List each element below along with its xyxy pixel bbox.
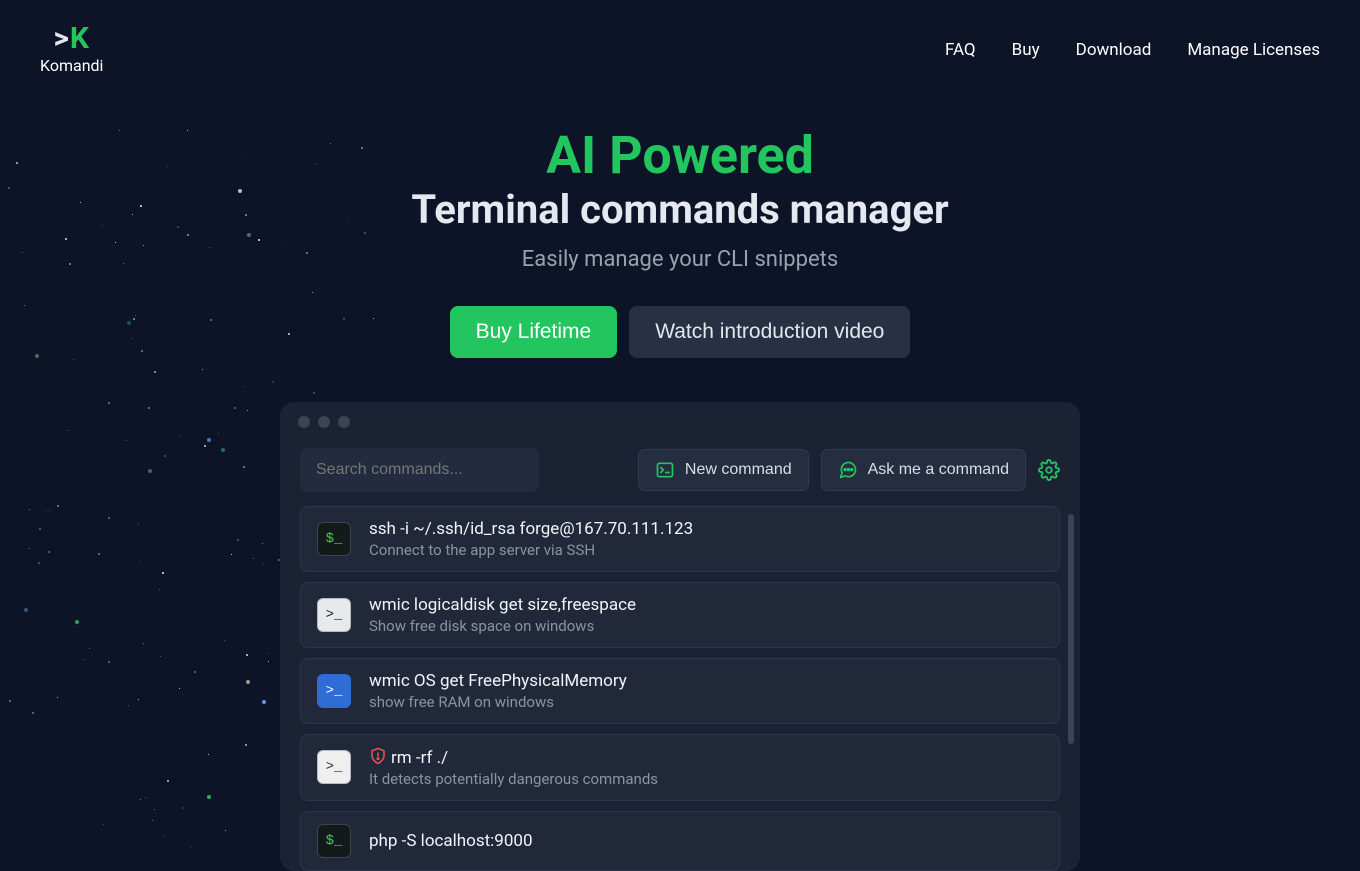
logo-mark: >K — [53, 24, 90, 54]
app-toolbar: New command Ask me a command — [280, 442, 1080, 506]
nav-licenses[interactable]: Manage Licenses — [1187, 40, 1320, 60]
command-row[interactable]: $_ ssh -i ~/.ssh/id_rsa forge@167.70.111.… — [300, 506, 1060, 572]
command-string: rm -rf ./ — [369, 747, 658, 768]
ask-command-button[interactable]: Ask me a command — [821, 449, 1026, 491]
watch-video-button[interactable]: Watch introduction video — [629, 306, 910, 358]
window-dot — [298, 416, 310, 428]
nav-download[interactable]: Download — [1076, 40, 1152, 60]
command-description: Connect to the app server via SSH — [369, 541, 693, 559]
terminal-type-icon: >_ — [317, 598, 351, 632]
command-text: php -S localhost:9000 — [369, 831, 533, 851]
command-string: ssh -i ~/.ssh/id_rsa forge@167.70.111.12… — [369, 519, 693, 539]
command-description: Show free disk space on windows — [369, 617, 636, 635]
command-list-wrap: $_ ssh -i ~/.ssh/id_rsa forge@167.70.111.… — [280, 506, 1080, 871]
window-dot — [338, 416, 350, 428]
ask-command-label: Ask me a command — [868, 461, 1009, 479]
command-description: show free RAM on windows — [369, 693, 627, 711]
logo[interactable]: >K Komandi — [40, 24, 103, 75]
logo-text: Komandi — [40, 56, 103, 75]
command-row[interactable]: $_ php -S localhost:9000 — [300, 811, 1060, 871]
nav-faq[interactable]: FAQ — [945, 40, 976, 60]
terminal-icon — [655, 460, 675, 480]
buy-lifetime-button[interactable]: Buy Lifetime — [450, 306, 618, 358]
command-string: wmic OS get FreePhysicalMemory — [369, 671, 627, 691]
hero-tagline: Easily manage your CLI snippets — [0, 247, 1360, 272]
scrollbar[interactable] — [1068, 514, 1074, 744]
command-row[interactable]: >_ wmic OS get FreePhysicalMemory show fre… — [300, 658, 1060, 724]
hero-title: AI Powered — [0, 129, 1360, 184]
command-text: rm -rf ./ It detects potentially dangerou… — [369, 747, 658, 788]
danger-icon — [369, 747, 387, 765]
window-dot — [318, 416, 330, 428]
chat-icon — [838, 460, 858, 480]
command-row[interactable]: >_ rm -rf ./ It detects potentially danger… — [300, 734, 1060, 801]
command-row[interactable]: >_ wmic logicaldisk get size,freespace Sho… — [300, 582, 1060, 648]
cta-row: Buy Lifetime Watch introduction video — [0, 306, 1360, 358]
terminal-type-icon: >_ — [317, 750, 351, 784]
logo-prefix: > — [53, 21, 69, 56]
nav-buy[interactable]: Buy — [1012, 40, 1040, 60]
new-command-label: New command — [685, 461, 792, 479]
command-text: ssh -i ~/.ssh/id_rsa forge@167.70.111.12… — [369, 519, 693, 559]
new-command-button[interactable]: New command — [638, 449, 809, 491]
terminal-type-icon: $_ — [317, 824, 351, 858]
hero: AI Powered Terminal commands manager Eas… — [0, 129, 1360, 358]
gear-icon[interactable] — [1038, 459, 1060, 481]
command-string: php -S localhost:9000 — [369, 831, 533, 851]
terminal-type-icon: >_ — [317, 674, 351, 708]
app-window: New command Ask me a command $_ ssh -i ~/… — [280, 402, 1080, 871]
command-list: $_ ssh -i ~/.ssh/id_rsa forge@167.70.111.… — [300, 506, 1060, 871]
command-string: wmic logicaldisk get size,freespace — [369, 595, 636, 615]
search-input[interactable] — [300, 448, 539, 492]
logo-letter: K — [70, 21, 90, 56]
command-text: wmic OS get FreePhysicalMemory show free … — [369, 671, 627, 711]
terminal-type-icon: $_ — [317, 522, 351, 556]
hero-subtitle: Terminal commands manager — [0, 186, 1360, 233]
site-header: >K Komandi FAQ Buy Download Manage Licen… — [0, 0, 1360, 99]
command-text: wmic logicaldisk get size,freespace Show … — [369, 595, 636, 635]
main-nav: FAQ Buy Download Manage Licenses — [945, 40, 1320, 60]
window-traffic-lights — [280, 402, 1080, 442]
command-description: It detects potentially dangerous command… — [369, 770, 658, 788]
